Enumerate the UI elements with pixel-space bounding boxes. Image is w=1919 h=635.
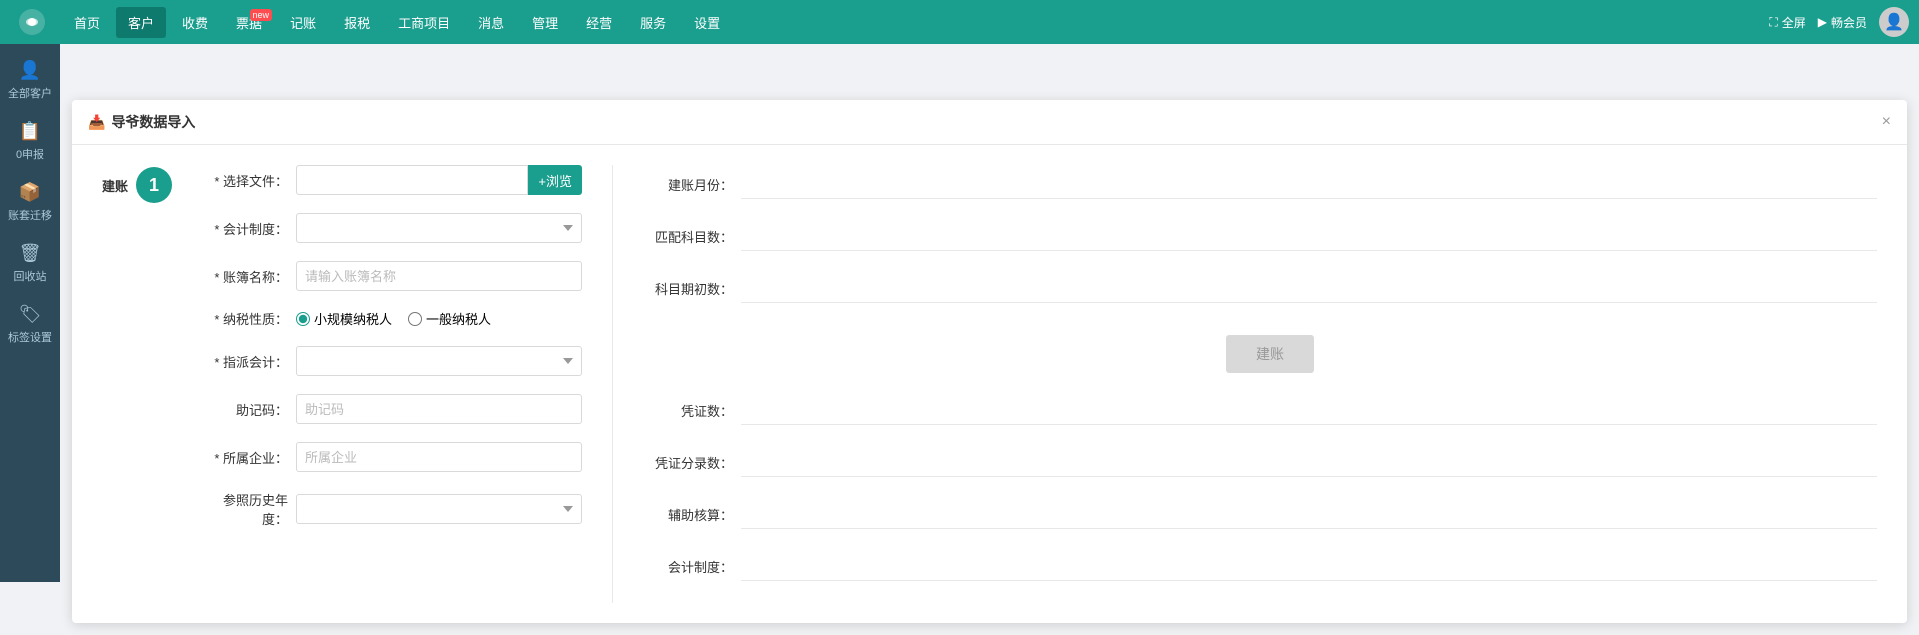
form-section-left: 建账 1 * 选择文件： +浏览 — [102, 165, 582, 603]
dialog-body: 建账 1 * 选择文件： +浏览 — [72, 145, 1907, 623]
tax-type-row: * 纳税性质： 小规模纳税人 一般纳税人 — [208, 309, 582, 328]
all-clients-icon: 👤 — [19, 60, 41, 81]
history-year-row: 参照历史年度： — [208, 490, 582, 528]
account-system-select[interactable] — [296, 213, 582, 243]
nav-item-tax[interactable]: 报税 — [332, 7, 382, 38]
nav-item-client[interactable]: 客户 — [116, 7, 166, 38]
member-icon: ▶ — [1818, 15, 1827, 29]
sidebar-item-tag-settings[interactable]: 🏷 标签设置 — [3, 296, 57, 353]
nav-item-home[interactable]: 首页 — [62, 7, 112, 38]
aux-accounting-row: 辅助核算： — [643, 499, 1877, 529]
file-input[interactable] — [296, 165, 528, 195]
sidebar: 👤 全部客户 📋 0申报 📦 账套迁移 🗑 回收站 🏷 标签设置 — [0, 44, 60, 582]
file-label: * 选择文件： — [208, 171, 288, 190]
voucher-entries-value — [741, 447, 1877, 477]
file-input-group: +浏览 — [296, 165, 582, 195]
form-section-right: 建账月份： 匹配科目数： 科目期初数： 建账 — [643, 165, 1877, 603]
step-circle: 1 — [136, 167, 172, 203]
nav-item-service[interactable]: 服务 — [628, 7, 678, 38]
dialog-close-button[interactable]: × — [1882, 113, 1891, 131]
sidebar-item-all-clients[interactable]: 👤 全部客户 — [3, 52, 57, 109]
ledger-name-label: * 账簿名称： — [208, 267, 288, 286]
build-month-label: 建账月份： — [643, 175, 733, 194]
voucher-count-label: 凭证数： — [643, 401, 733, 420]
right-account-system-label: 会计制度： — [643, 557, 733, 576]
logo — [10, 0, 54, 44]
right-account-system-row: 会计制度： — [643, 551, 1877, 581]
nav-item-invoice[interactable]: 票据 new — [224, 7, 274, 38]
nav-item-admin[interactable]: 管理 — [520, 7, 570, 38]
right-fields: 建账月份： 匹配科目数： 科目期初数： 建账 — [643, 165, 1877, 581]
voucher-entries-row: 凭证分录数： — [643, 447, 1877, 477]
build-month-row: 建账月份： — [643, 169, 1877, 199]
ledger-name-input[interactable] — [296, 261, 582, 291]
import-icon: 📥 — [88, 114, 105, 131]
zero-declaration-icon: 📋 — [19, 121, 41, 142]
sidebar-item-zero-declaration[interactable]: 📋 0申报 — [3, 113, 57, 170]
new-badge: new — [250, 9, 273, 21]
memo-code-label: 助记码： — [208, 400, 288, 419]
nav-item-message[interactable]: 消息 — [466, 7, 516, 38]
account-migration-icon: 📦 — [19, 182, 41, 203]
account-system-label: * 会计制度： — [208, 219, 288, 238]
small-taxpayer-option[interactable]: 小规模纳税人 — [296, 309, 392, 328]
tax-type-label: * 纳税性质： — [208, 309, 288, 328]
aux-accounting-value — [741, 499, 1877, 529]
general-taxpayer-option[interactable]: 一般纳税人 — [408, 309, 491, 328]
top-navigation: 首页 客户 收费 票据 new 记账 报税 工商项目 消息 管理 经营 服务 设… — [0, 0, 1919, 44]
match-subjects-label: 匹配科目数： — [643, 227, 733, 246]
fullscreen-button[interactable]: ⛶ 全屏 — [1769, 14, 1805, 31]
nav-right: ⛶ 全屏 ▶ 畅会员 👤 — [1769, 7, 1909, 37]
voucher-count-value — [741, 395, 1877, 425]
section-divider — [612, 165, 613, 603]
tax-type-radio-group: 小规模纳税人 一般纳税人 — [296, 309, 582, 328]
build-month-value — [741, 169, 1877, 199]
aux-accounting-label: 辅助核算： — [643, 505, 733, 524]
form-fields: * 选择文件： +浏览 * 会计制度： — [208, 165, 582, 603]
voucher-count-row: 凭证数： — [643, 395, 1877, 425]
dialog-header: 📥 导爷数据导入 × — [72, 100, 1907, 145]
small-taxpayer-radio[interactable] — [296, 312, 310, 326]
step-label: 建账 — [102, 176, 128, 195]
general-taxpayer-radio[interactable] — [408, 312, 422, 326]
build-account-button[interactable]: 建账 — [1226, 335, 1314, 373]
company-input[interactable] — [296, 442, 582, 472]
recycle-icon: 🗑 — [19, 243, 42, 264]
nav-item-bookkeeping[interactable]: 记账 — [278, 7, 328, 38]
subjects-init-value — [741, 273, 1877, 303]
company-label: * 所属企业： — [208, 448, 288, 467]
ledger-name-row: * 账簿名称： — [208, 261, 582, 291]
file-row: * 选择文件： +浏览 — [208, 165, 582, 195]
nav-item-fee[interactable]: 收费 — [170, 7, 220, 38]
match-subjects-value — [741, 221, 1877, 251]
subjects-init-label: 科目期初数： — [643, 279, 733, 298]
sidebar-item-recycle[interactable]: 🗑 回收站 — [3, 235, 57, 292]
main-content: 📥 导爷数据导入 × 建账 1 * 选择文件： — [60, 88, 1919, 635]
history-year-select[interactable] — [296, 494, 582, 524]
nav-item-settings[interactable]: 设置 — [682, 7, 732, 38]
right-account-system-value — [741, 551, 1877, 581]
history-year-label: 参照历史年度： — [208, 490, 288, 528]
company-row: * 所属企业： — [208, 442, 582, 472]
dialog: 📥 导爷数据导入 × 建账 1 * 选择文件： — [72, 100, 1907, 623]
memo-code-input[interactable] — [296, 394, 582, 424]
avatar[interactable]: 👤 — [1879, 7, 1909, 37]
dialog-title: 📥 导爷数据导入 — [88, 112, 195, 132]
voucher-entries-label: 凭证分录数： — [643, 453, 733, 472]
subjects-init-row: 科目期初数： — [643, 273, 1877, 303]
tag-settings-icon: 🏷 — [19, 304, 42, 325]
fullscreen-icon: ⛶ — [1769, 15, 1777, 30]
account-system-row: * 会计制度： — [208, 213, 582, 243]
accountant-select[interactable] — [296, 346, 582, 376]
accountant-row: * 指派会计： — [208, 346, 582, 376]
sidebar-item-account-migration[interactable]: 📦 账套迁移 — [3, 174, 57, 231]
browse-button[interactable]: +浏览 — [528, 165, 582, 195]
match-subjects-row: 匹配科目数： — [643, 221, 1877, 251]
nav-item-operation[interactable]: 经营 — [574, 7, 624, 38]
nav-item-industry[interactable]: 工商项目 — [386, 7, 462, 38]
memo-code-row: 助记码： — [208, 394, 582, 424]
nav-items: 首页 客户 收费 票据 new 记账 报税 工商项目 消息 管理 经营 服务 设… — [62, 7, 1769, 38]
accountant-label: * 指派会计： — [208, 352, 288, 371]
member-button[interactable]: ▶ 畅会员 — [1818, 14, 1867, 31]
